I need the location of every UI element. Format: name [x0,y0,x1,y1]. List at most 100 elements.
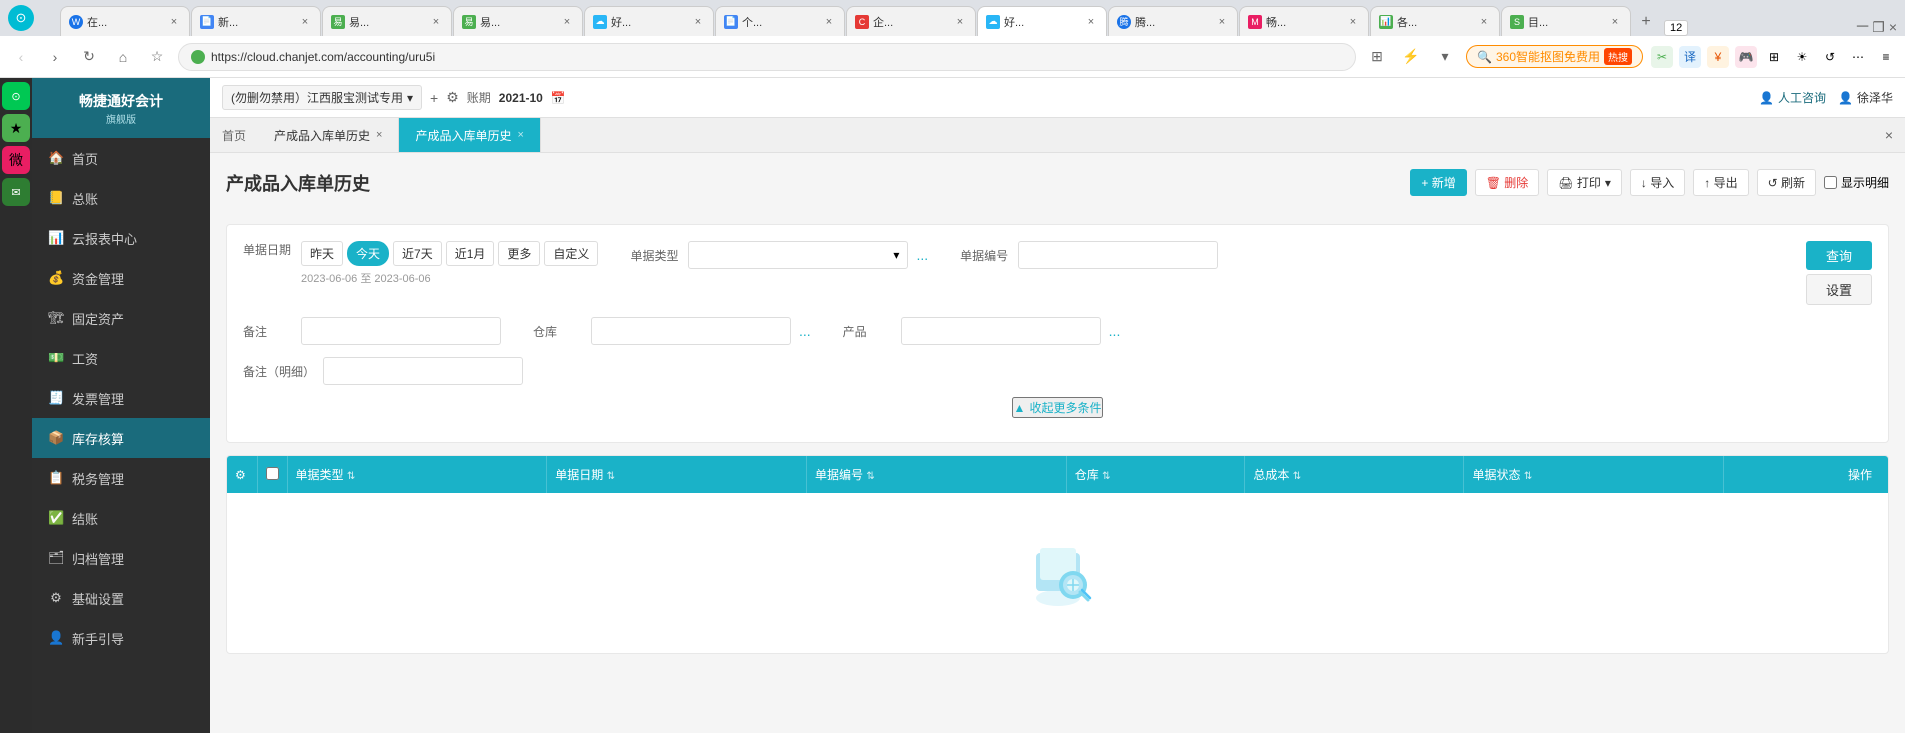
setting-button[interactable]: 设置 [1806,274,1872,305]
sidebar-item-invoice[interactable]: 🧾 发票管理 [32,378,210,418]
tab-close-4[interactable]: × [560,15,574,29]
calendar-icon[interactable]: 📅 [551,91,566,105]
new-tab-button[interactable]: + [1632,8,1660,36]
bookmark-button[interactable]: ☆ [144,44,170,70]
sidebar-item-checkout[interactable]: ✅ 结账 [32,498,210,538]
search-box[interactable]: 🔍 360智能抠图免费用 热搜 [1466,45,1643,68]
address-input[interactable]: https://cloud.chanjet.com/accounting/uru… [178,43,1356,71]
th-total-cost-sort-icon[interactable]: ⇅ [1293,471,1301,482]
browser-tab-9[interactable]: 腾 腾... × [1108,6,1238,36]
theme-icon[interactable]: ☀ [1791,46,1813,68]
browser-tab-6[interactable]: 📄 个... × [715,6,845,36]
browser-tab-11[interactable]: 📊 各... × [1370,6,1500,36]
breadcrumb-home[interactable]: 首页 [222,127,246,144]
tab-close-10[interactable]: × [1346,15,1360,29]
dock-icon-1[interactable]: ⊙ [2,82,30,110]
query-button[interactable]: 查询 [1806,241,1872,270]
date-btn-1month[interactable]: 近1月 [446,241,495,266]
show-detail-toggle[interactable]: 显示明细 [1824,174,1889,191]
sidebar-item-home[interactable]: 🏠 首页 [32,138,210,178]
company-selector[interactable]: (勿删勿禁用）江西服宝测试专用 ▾ [222,85,422,110]
back-button[interactable]: ‹ [8,44,34,70]
dock-icon-4[interactable]: ✉ [2,178,30,206]
tab-close-12[interactable]: × [1608,15,1622,29]
reload-button[interactable]: ↻ [76,44,102,70]
tab-close-3[interactable]: × [429,15,443,29]
dropdown-button[interactable]: ▾ [1432,44,1458,70]
th-number-sort-icon[interactable]: ⇅ [866,471,874,482]
tab-close-5[interactable]: × [691,15,705,29]
tab-list-page[interactable]: 产成品入库单历史 × [258,118,399,152]
import-button[interactable]: ↓ 导入 [1630,169,1685,196]
user-avatar[interactable]: 👤 徐泽华 [1838,89,1893,106]
sidebar-item-inventory[interactable]: 📦 库存核算 [32,418,210,458]
print-button[interactable]: 🖨 打印 ▾ [1547,169,1622,196]
th-date[interactable]: 单据日期 ⇅ [547,456,807,493]
browser-tab-1[interactable]: W 在... × [60,6,190,36]
th-total-cost[interactable]: 总成本 ⇅ [1245,456,1464,493]
tab-close-7[interactable]: × [953,15,967,29]
select-all-checkbox[interactable] [266,467,279,480]
browser-tab-2[interactable]: 📄 新... × [191,6,321,36]
tab-close-6[interactable]: × [822,15,836,29]
remark-input[interactable] [301,317,501,345]
product-dots[interactable]: ... [1109,323,1121,339]
browser-tab-12[interactable]: S 目... × [1501,6,1631,36]
tab-close-1[interactable]: × [167,15,181,29]
scissors-icon[interactable]: ✂ [1651,46,1673,68]
gamepad-icon[interactable]: 🎮 [1735,46,1757,68]
th-type-sort-icon[interactable]: ⇅ [347,471,355,482]
lightning-icon[interactable]: ⚡ [1398,44,1424,70]
forward-button[interactable]: › [42,44,68,70]
add-company-button[interactable]: + [430,90,438,106]
sidebar-item-new-account[interactable]: 👤 新手引导 [32,618,210,658]
grid-icon[interactable]: ⊞ [1364,44,1390,70]
th-settings[interactable]: ⚙ [227,456,257,493]
warehouse-dots[interactable]: ... [799,323,811,339]
tab-current-close[interactable]: × [517,129,523,141]
tab-close-11[interactable]: × [1477,15,1491,29]
date-btn-custom[interactable]: 自定义 [544,241,598,266]
settings-icon[interactable]: ⋯ [1847,46,1869,68]
page-close-button[interactable]: × [1885,127,1893,143]
date-btn-7days[interactable]: 近7天 [393,241,442,266]
home-button[interactable]: ⌂ [110,44,136,70]
minimize-button[interactable]: ─ [1857,18,1868,36]
type-dots[interactable]: ... [916,247,928,263]
th-number[interactable]: 单据编号 ⇅ [807,456,1067,493]
close-button[interactable]: × [1889,19,1897,35]
delete-button[interactable]: 🗑 删除 [1475,169,1540,196]
column-settings-icon[interactable]: ⚙ [235,468,246,482]
th-type[interactable]: 单据类型 ⇅ [287,456,547,493]
dock-icon-2[interactable]: ★ [2,114,30,142]
sidebar-item-archive[interactable]: 🗂 归档管理 [32,538,210,578]
th-checkbox[interactable] [257,456,287,493]
warehouse-selector[interactable] [591,317,791,345]
company-settings-icon[interactable]: ⚙ [446,89,459,106]
sidebar-item-report[interactable]: 📊 云报表中心 [32,218,210,258]
tab-close-9[interactable]: × [1215,15,1229,29]
date-btn-today[interactable]: 今天 [347,241,389,266]
browser-tab-3[interactable]: 易 易... × [322,6,452,36]
tab-close-2[interactable]: × [298,15,312,29]
dock-icon-3[interactable]: 微 [2,146,30,174]
date-btn-more[interactable]: 更多 [498,241,540,266]
translate-icon[interactable]: 译 [1679,46,1701,68]
sidebar-item-fixed-assets[interactable]: 🏗 固定资产 [32,298,210,338]
sidebar-item-fund[interactable]: 💰 资金管理 [32,258,210,298]
collapse-button[interactable]: ▲ 收起更多条件 [1012,397,1104,418]
sidebar-item-settings[interactable]: ⚙ 基础设置 [32,578,210,618]
sidebar-item-payroll[interactable]: 💵 工资 [32,338,210,378]
new-button[interactable]: + 新增 [1410,169,1466,196]
show-detail-checkbox[interactable] [1824,176,1837,189]
number-input[interactable] [1018,241,1218,269]
browser-tab-5[interactable]: ☁ 好... × [584,6,714,36]
restore-icon[interactable]: ↺ [1819,46,1841,68]
user-service-button[interactable]: 👤 人工咨询 [1759,89,1826,106]
browser-logo-icon[interactable]: ⊙ [8,5,34,31]
browser-tab-7[interactable]: C 企... × [846,6,976,36]
restore-button[interactable]: ❐ [1872,19,1885,36]
tab-current-page[interactable]: 产成品入库单历史 × [399,118,540,152]
browser-tab-8[interactable]: ☁ 好... × [977,6,1107,36]
detail-remark-input[interactable] [323,357,523,385]
